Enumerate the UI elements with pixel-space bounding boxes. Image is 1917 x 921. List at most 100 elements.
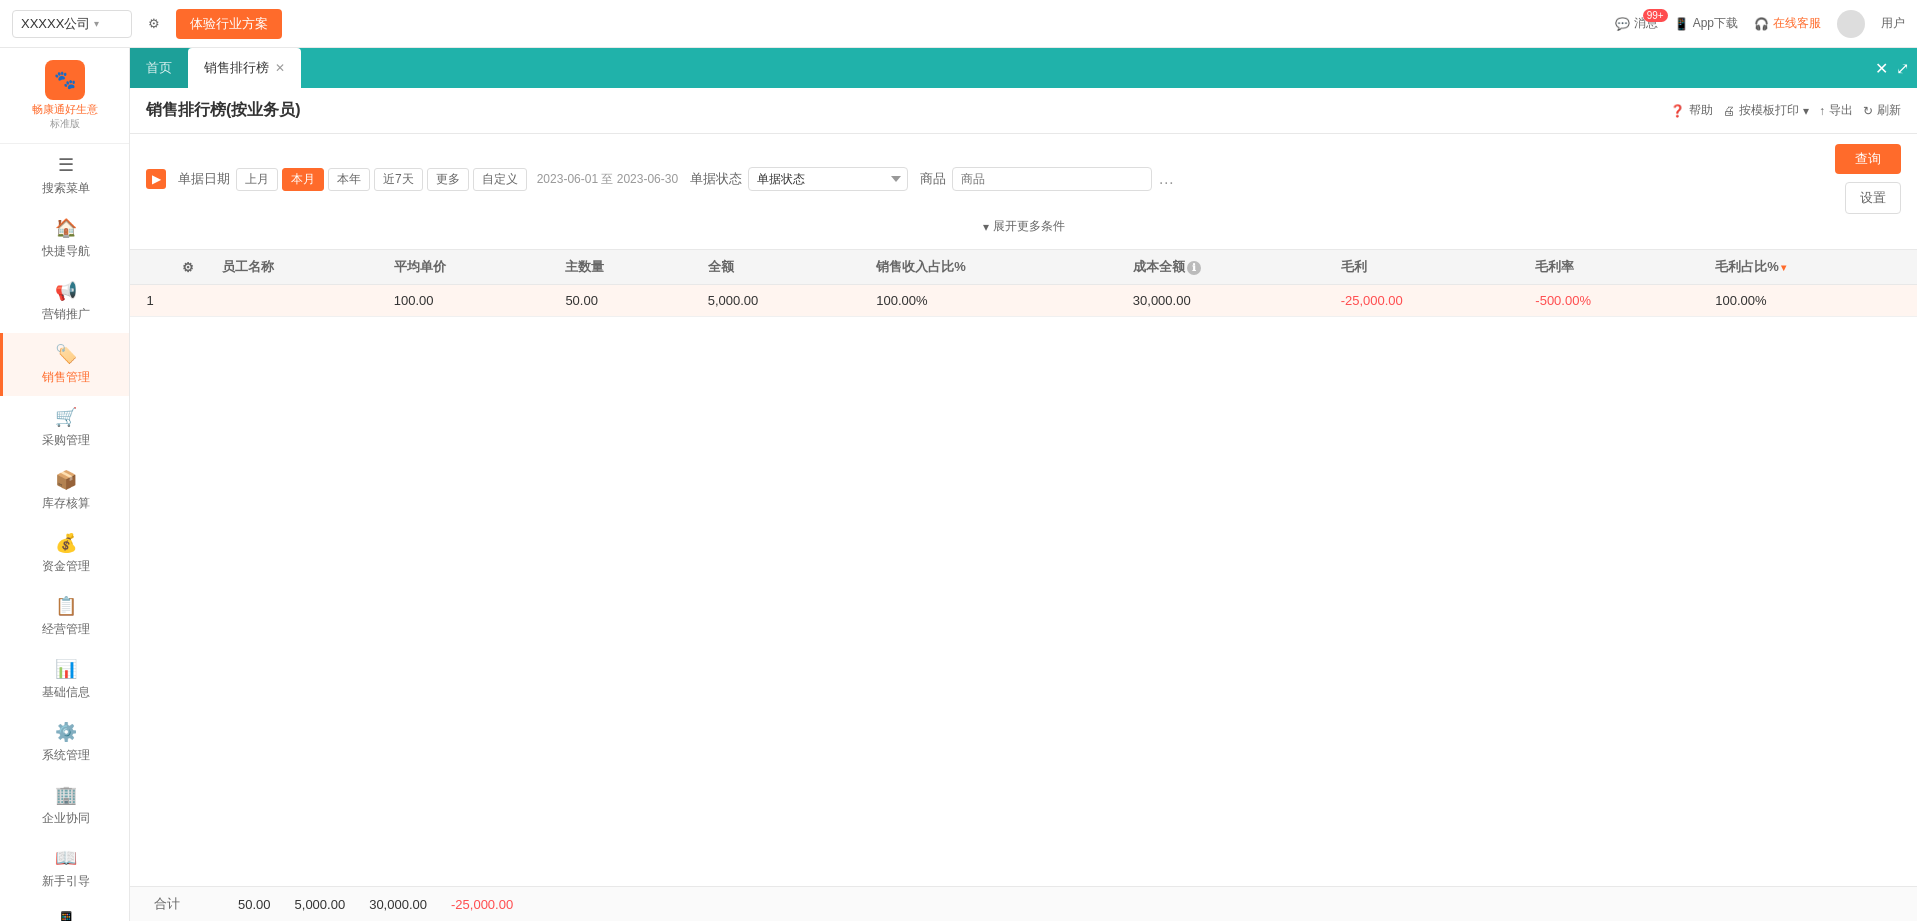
sidebar-item-quick-nav[interactable]: 🏠 快捷导航 [0,207,129,270]
search-icon: ☰ [58,154,74,176]
logo-sub: 标准版 [50,117,80,131]
company-selector[interactable]: XXXXX公司 ▾ [12,10,132,38]
tab-bar-right: ✕ ⤢ [1875,59,1917,78]
filter-date-item: 单据日期 上月 本月 本年 近7天 更多 自定义 2023-06-01 至 20… [178,168,678,191]
inventory-icon: 📦 [55,469,77,491]
cell-employee [210,285,382,317]
refresh-button[interactable]: ↻ 刷新 [1863,102,1901,119]
more-filter-btn[interactable]: … [1158,170,1174,188]
sidebar-item-marketing[interactable]: 📢 营销推广 [0,270,129,333]
sidebar-item-sales[interactable]: 🏷️ 销售管理 [0,333,129,396]
finance-icon: 💰 [55,532,77,554]
col-settings[interactable]: ⚙ [170,250,210,285]
filter-goods-item: 商品 … [920,167,1174,191]
enterprise-icon: 🏢 [55,784,77,806]
sidebar: 🐾 畅康通好生意 标准版 ☰ 搜索菜单 🏠 快捷导航 📢 营销推广 🏷️ 销售管… [0,48,130,921]
col-gross-rate: 毛利率 [1523,250,1703,285]
top-bar-right: 💬 消息 99+ 📱 App下载 🎧 在线客服 用户 [1615,10,1905,38]
filter-row: ▶ 单据日期 上月 本月 本年 近7天 更多 自定义 [146,144,1901,214]
date-shortcuts: 上月 本月 本年 近7天 更多 自定义 [236,168,527,191]
export-button[interactable]: ↑ 导出 [1819,102,1853,119]
avatar[interactable] [1837,10,1865,38]
date-custom[interactable]: 自定义 [473,168,527,191]
user-name[interactable]: 用户 [1881,15,1905,32]
footer-label: 合计 [142,895,202,913]
online-service-button[interactable]: 🎧 在线客服 [1754,15,1821,32]
print-button[interactable]: 🖨 按模板打印 ▾ [1723,102,1809,119]
sidebar-item-app-center[interactable]: 📱 应用中心 [0,900,129,921]
base-icon: 📊 [55,658,77,680]
tab-close-all-icon[interactable]: ✕ [1875,59,1888,78]
settings-icon[interactable]: ⚙ [140,10,168,38]
date-7days[interactable]: 近7天 [374,168,423,191]
sidebar-label-base: 基础信息 [42,684,90,701]
refresh-label: 刷新 [1877,102,1901,119]
sidebar-item-enterprise[interactable]: 🏢 企业协同 [0,774,129,837]
footer-gross: -25,000.00 [439,897,525,912]
col-rank [130,250,170,285]
sidebar-item-inventory[interactable]: 📦 库存核算 [0,459,129,522]
tab-home[interactable]: 首页 [130,48,188,88]
goods-filter-label: 商品 [920,170,946,188]
refresh-icon: ↻ [1863,104,1873,118]
headset-icon: 🎧 [1754,17,1769,31]
filter-expand-btn[interactable]: ▶ [146,169,166,189]
date-more[interactable]: 更多 [427,168,469,191]
sidebar-item-finance[interactable]: 💰 资金管理 [0,522,129,585]
cell-amount: 5,000.00 [696,285,865,317]
date-prev-month[interactable]: 上月 [236,168,278,191]
data-table: ⚙ 员工名称 平均单价 主数量 全额 销售收入占比% 成本全额ℹ 毛利 毛利率 [130,250,1917,317]
system-icon: ⚙️ [55,721,77,743]
sidebar-label-marketing: 营销推广 [42,306,90,323]
sidebar-label-guide: 新手引导 [42,873,90,890]
col-quantity: 主数量 [553,250,695,285]
goods-input[interactable] [952,167,1152,191]
cell-rank: 1 [130,285,170,317]
help-button[interactable]: ❓ 帮助 [1670,102,1713,119]
sidebar-item-search[interactable]: ☰ 搜索菜单 [0,144,129,207]
sidebar-item-guide[interactable]: 📖 新手引导 [0,837,129,900]
tab-close-icon[interactable]: ✕ [275,61,285,75]
expand-label: 展开更多条件 [993,218,1065,235]
tab-expand-icon[interactable]: ⤢ [1896,59,1909,78]
filter-status-item: 单据状态 单据状态 [690,167,908,191]
table-area: ⚙ 员工名称 平均单价 主数量 全额 销售收入占比% 成本全额ℹ 毛利 毛利率 [130,250,1917,886]
sidebar-item-purchase[interactable]: 🛒 采购管理 [0,396,129,459]
table-row: 1 100.00 50.00 5,000.00 100.00% 30,000.0… [130,285,1917,317]
sidebar-label-quick-nav: 快捷导航 [42,243,90,260]
help-icon: ❓ [1670,104,1685,118]
date-cur-month[interactable]: 本月 [282,168,324,191]
marketing-icon: 📢 [55,280,77,302]
sidebar-item-base[interactable]: 📊 基础信息 [0,648,129,711]
status-select[interactable]: 单据状态 [748,167,908,191]
footer-amount: 5,000.00 [283,897,358,912]
sidebar-item-operation[interactable]: 📋 经营管理 [0,585,129,648]
message-button[interactable]: 💬 消息 99+ [1615,15,1658,32]
home-icon: 🏠 [55,217,77,239]
col-employee: 员工名称 [210,250,382,285]
date-cur-year[interactable]: 本年 [328,168,370,191]
cell-gross: -25,000.00 [1329,285,1524,317]
cost-info-icon[interactable]: ℹ [1187,261,1201,275]
col-gross-ratio: 毛利占比%▾ [1703,250,1917,285]
footer-row: 合计 50.00 5,000.00 30,000.00 -25,000.00 [142,895,1905,913]
sidebar-item-system[interactable]: ⚙️ 系统管理 [0,711,129,774]
expand-more-btn[interactable]: ▾ 展开更多条件 [983,218,1065,235]
filter-area: ▶ 单据日期 上月 本月 本年 近7天 更多 自定义 [130,134,1917,250]
col-gross: 毛利 [1329,250,1524,285]
query-button[interactable]: 查询 [1835,144,1901,174]
help-label: 帮助 [1689,102,1713,119]
expand-row: ▾ 展开更多条件 [146,214,1901,239]
set-button[interactable]: 设置 [1845,182,1901,214]
cell-gross-ratio: 100.00% [1703,285,1917,317]
logo-icon: 🐾 [45,60,85,100]
col-settings-icon[interactable]: ⚙ [182,260,194,275]
export-icon: ↑ [1819,104,1825,118]
footer-quantity-val: 50.00 [226,897,283,912]
trial-button[interactable]: 体验行业方案 [176,9,282,39]
chevron-down-icon: ▾ [94,18,99,29]
top-bar: XXXXX公司 ▾ ⚙ 体验行业方案 💬 消息 99+ 📱 App下载 🎧 在线… [0,0,1917,48]
app-download-button[interactable]: 📱 App下载 [1674,15,1738,32]
tab-sales-rank[interactable]: 销售排行榜 ✕ [188,48,301,88]
sidebar-label-finance: 资金管理 [42,558,90,575]
